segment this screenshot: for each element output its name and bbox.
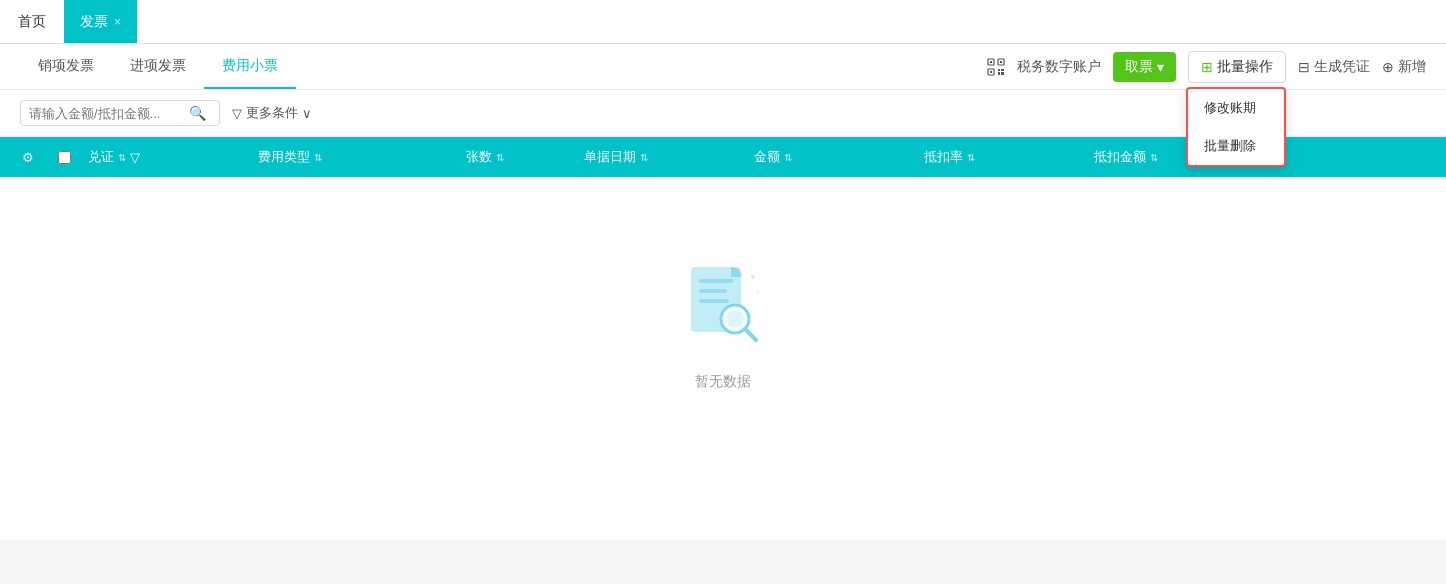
search-input[interactable] <box>29 106 189 121</box>
svg-rect-12 <box>699 289 727 293</box>
filter-button[interactable]: ▽ 更多条件 ∨ <box>232 104 312 122</box>
svg-rect-1 <box>990 61 992 63</box>
take-ticket-button[interactable]: 取票 ▾ <box>1113 52 1176 82</box>
tab-sales-invoice[interactable]: 销项发票 <box>20 44 112 89</box>
add-new-button[interactable]: ⊕ 新增 <box>1382 58 1426 76</box>
add-new-label: 新增 <box>1398 58 1426 76</box>
th-amount-label: 金额 <box>754 148 780 166</box>
th-expense-type-sort: ⇅ <box>314 152 322 163</box>
select-all-checkbox[interactable] <box>58 151 71 164</box>
qr-button[interactable] <box>987 58 1005 76</box>
empty-state: 暂无数据 <box>0 177 1446 431</box>
th-voucher[interactable]: 兑证 ⇅ ▽ <box>80 148 250 166</box>
svg-line-16 <box>745 329 756 340</box>
th-date-sort: ⇅ <box>640 152 648 163</box>
filter-arrow: ∨ <box>302 106 312 121</box>
search-icon[interactable]: 🔍 <box>189 105 206 121</box>
take-ticket-arrow: ▾ <box>1157 59 1164 75</box>
qr-icon <box>987 58 1005 76</box>
filter-label: 更多条件 <box>246 104 298 122</box>
svg-rect-3 <box>1000 61 1002 63</box>
th-date[interactable]: 单据日期 ⇅ <box>576 148 746 166</box>
add-new-icon: ⊕ <box>1382 59 1394 75</box>
nav-home[interactable]: 首页 <box>0 0 64 43</box>
tab-expense-receipt[interactable]: 费用小票 <box>204 44 296 89</box>
dropdown-item-modify-period[interactable]: 修改账期 <box>1188 89 1284 127</box>
empty-text: 暂无数据 <box>695 373 751 391</box>
nav-tab-invoice[interactable]: 发票 × <box>64 0 137 43</box>
batch-op-button[interactable]: ⊞ 批量操作 <box>1188 51 1286 83</box>
filter-icon: ▽ <box>232 106 242 121</box>
dropdown-item-batch-delete[interactable]: 批量删除 <box>1188 127 1284 165</box>
th-count-sort: ⇅ <box>496 152 504 163</box>
nav-tab-close[interactable]: × <box>114 15 121 29</box>
batch-op-container: ⊞ 批量操作 修改账期 批量删除 <box>1188 51 1286 83</box>
generate-voucher-label: 生成凭证 <box>1314 58 1370 76</box>
th-amount[interactable]: 金额 ⇅ <box>746 148 916 166</box>
top-nav: 首页 发票 × <box>0 0 1446 44</box>
svg-rect-13 <box>699 299 729 303</box>
th-date-label: 单据日期 <box>584 148 636 166</box>
svg-point-19 <box>762 271 764 273</box>
th-deduct-amount-sort: ⇅ <box>1150 152 1158 163</box>
svg-rect-9 <box>1001 72 1004 75</box>
th-settings-icon[interactable]: ⚙ <box>8 150 48 165</box>
nav-tab-label: 发票 <box>80 13 108 31</box>
th-voucher-sort: ⇅ <box>118 152 126 163</box>
th-checkbox[interactable] <box>48 151 80 164</box>
th-count[interactable]: 张数 ⇅ <box>458 148 577 166</box>
generate-voucher-icon: ⊟ <box>1298 59 1310 75</box>
th-deduct-rate-label: 抵扣率 <box>924 148 963 166</box>
svg-point-18 <box>757 291 760 294</box>
th-amount-sort: ⇅ <box>784 152 792 163</box>
tab-purchase-invoice[interactable]: 进项发票 <box>112 44 204 89</box>
svg-rect-7 <box>1001 69 1004 71</box>
batch-op-label: 批量操作 <box>1217 58 1273 76</box>
svg-rect-6 <box>998 69 1000 71</box>
sub-nav-tabs: 销项发票 进项发票 费用小票 <box>20 44 296 89</box>
th-voucher-filter-icon: ▽ <box>130 150 140 165</box>
th-deduct-rate-sort: ⇅ <box>967 152 975 163</box>
empty-illustration <box>673 257 773 357</box>
tax-digital-account-button[interactable]: 税务数字账户 <box>1017 58 1101 76</box>
th-expense-type-label: 费用类型 <box>258 148 310 166</box>
batch-op-icon: ⊞ <box>1201 59 1213 75</box>
sub-nav-actions: 税务数字账户 取票 ▾ ⊞ 批量操作 修改账期 批量删除 ⊟ 生成凭证 ⊕ 新增 <box>987 51 1426 83</box>
take-ticket-label: 取票 <box>1125 58 1153 76</box>
search-wrap: 🔍 <box>20 100 220 126</box>
th-expense-type[interactable]: 费用类型 ⇅ <box>250 148 458 166</box>
sub-nav: 销项发票 进项发票 费用小票 税务数字账户 取票 ▾ <box>0 44 1446 90</box>
svg-point-15 <box>726 310 744 328</box>
batch-op-dropdown: 修改账期 批量删除 <box>1186 87 1286 167</box>
svg-rect-8 <box>998 72 1000 75</box>
svg-point-17 <box>751 275 755 279</box>
th-count-label: 张数 <box>466 148 492 166</box>
svg-rect-5 <box>990 71 992 73</box>
generate-voucher-button[interactable]: ⊟ 生成凭证 <box>1298 58 1370 76</box>
th-deduct-amount-label: 抵扣金额 <box>1094 148 1146 166</box>
th-voucher-label: 兑证 <box>88 148 114 166</box>
svg-rect-11 <box>699 279 733 283</box>
th-deduct-rate[interactable]: 抵扣率 ⇅ <box>916 148 1086 166</box>
